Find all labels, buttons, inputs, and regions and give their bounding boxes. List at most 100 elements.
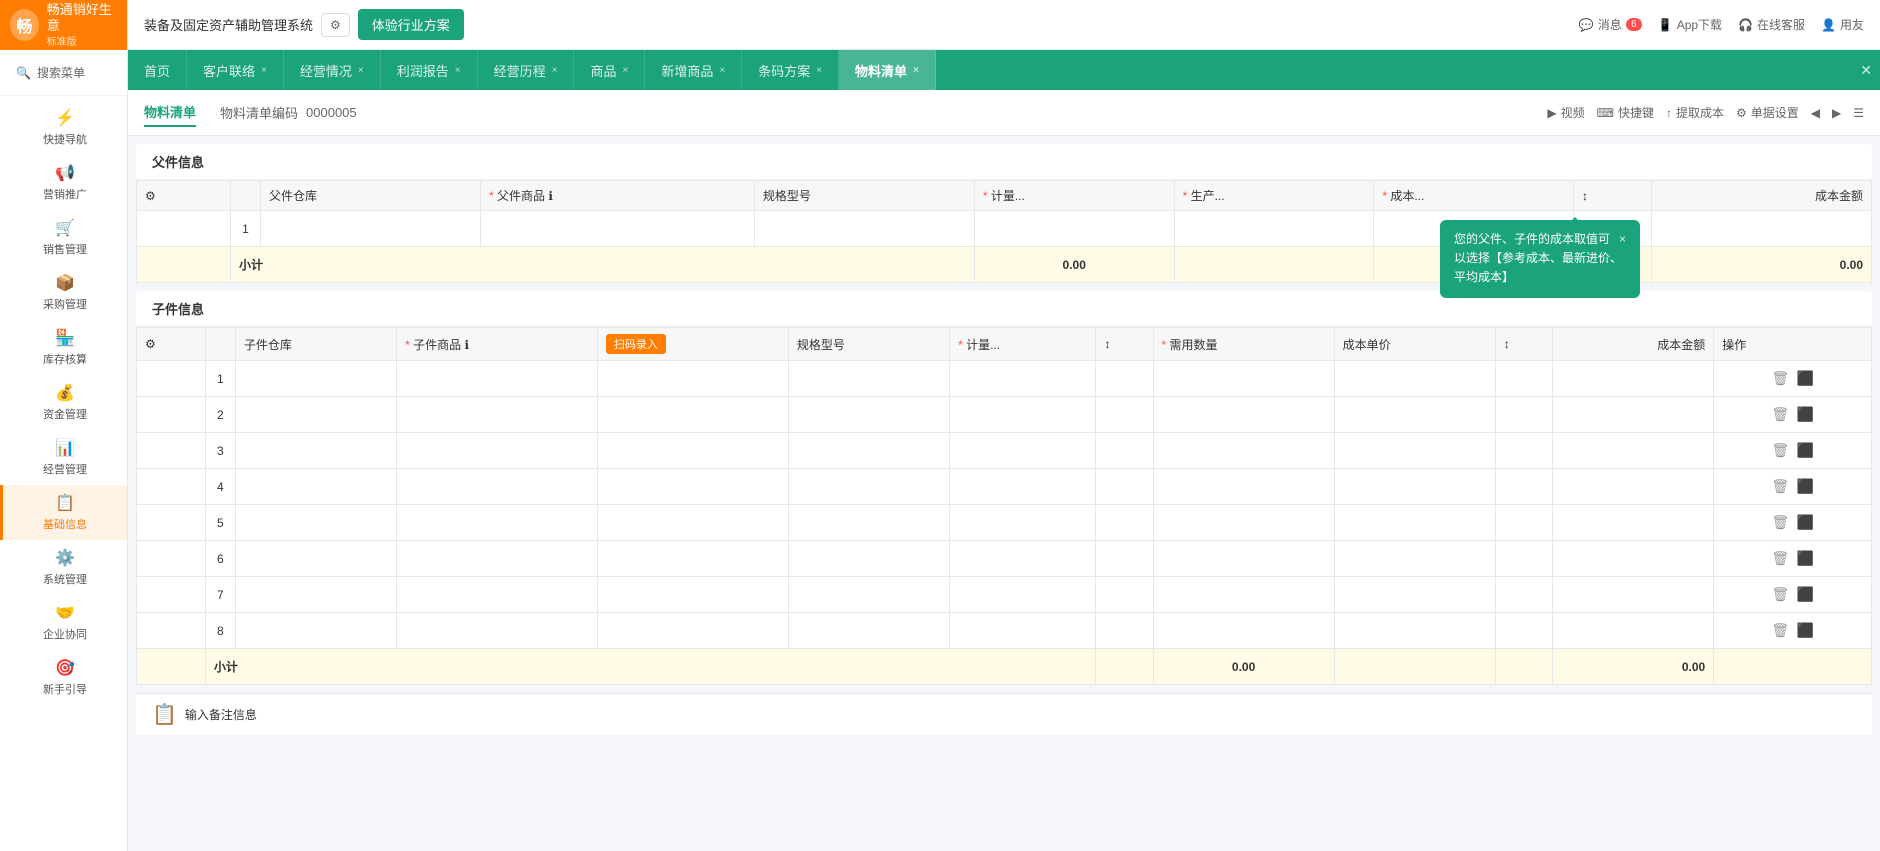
tab-profit-report[interactable]: 利润报告 × [381,50,478,90]
tab-home[interactable]: 首页 [128,50,187,90]
sidebar-item-sales[interactable]: 🛒 销售管理 [0,210,127,265]
child-row4-goods[interactable] [397,469,598,505]
child-col-settings[interactable]: ⚙ [137,328,206,361]
child-row5-goods[interactable] [397,505,598,541]
delete-icon-1[interactable]: 🗑 [1771,370,1789,386]
tab-operation-status-close[interactable]: × [358,65,364,76]
child-row2-spec[interactable] [788,397,949,433]
tooltip-close-button[interactable]: × [1619,230,1626,249]
delete-icon-4[interactable]: 🗑 [1771,478,1789,494]
child-row6-qty[interactable] [1153,541,1334,577]
shortcut-button[interactable]: ⌨ 快捷键 [1597,104,1654,121]
tab-close-all[interactable]: ✕ [1852,62,1880,79]
tab-barcode[interactable]: 条码方案 × [742,50,839,90]
trial-button[interactable]: 体验行业方案 [358,9,464,40]
tab-operation-status[interactable]: 经营情况 × [284,50,381,90]
child-row8-qty[interactable] [1153,613,1334,649]
delete-icon-2[interactable]: 🗑 [1771,406,1789,422]
child-row6-goods[interactable] [397,541,598,577]
child-row3-goods[interactable] [397,433,598,469]
child-row1-goods[interactable] [397,361,598,397]
child-row4-warehouse[interactable] [235,469,396,505]
tab-new-goods-close[interactable]: × [719,65,725,76]
parent-row1-produce[interactable] [1174,211,1374,247]
copy-icon-2[interactable]: ⬛ [1796,406,1813,422]
copy-icon-7[interactable]: ⬛ [1796,586,1813,602]
child-row1-unit[interactable] [950,361,1096,397]
copy-icon-1[interactable]: ⬛ [1796,370,1813,386]
child-row5-qty[interactable] [1153,505,1334,541]
child-row5-unit-cost[interactable] [1334,505,1495,541]
sidebar-item-basic-info[interactable]: 📋 基础信息 [0,485,127,540]
child-row4-spec[interactable] [788,469,949,505]
tab-goods[interactable]: 商品 × [574,50,645,90]
copy-icon-6[interactable]: ⬛ [1796,550,1813,566]
parent-row1-unit[interactable] [974,211,1174,247]
tab-biz-history[interactable]: 经营历程 × [478,50,575,90]
child-row8-spec[interactable] [788,613,949,649]
sidebar-item-marketing[interactable]: 📢 营销推广 [0,155,127,210]
sidebar-item-operation[interactable]: 📊 经营管理 [0,430,127,485]
online-service-button[interactable]: 🎧 在线客服 [1738,16,1805,33]
child-row6-unit-cost[interactable] [1334,541,1495,577]
child-row6-spec[interactable] [788,541,949,577]
settings-button[interactable]: ⚙ [321,13,350,37]
parent-row1-goods[interactable] [481,211,755,247]
child-row2-qty[interactable] [1153,397,1334,433]
video-button[interactable]: ▶ 视频 [1547,104,1584,121]
child-row3-spec[interactable] [788,433,949,469]
tab-bom-close[interactable]: × [913,65,919,76]
child-row3-unit-cost[interactable] [1334,433,1495,469]
copy-icon-3[interactable]: ⬛ [1796,442,1813,458]
child-row8-warehouse[interactable] [235,613,396,649]
child-row1-qty[interactable] [1153,361,1334,397]
copy-icon-4[interactable]: ⬛ [1796,478,1813,494]
child-row4-unit[interactable] [950,469,1096,505]
child-row7-unit-cost[interactable] [1334,577,1495,613]
sidebar-item-enterprise[interactable]: 🤝 企业协同 [0,595,127,650]
child-row1-spec[interactable] [788,361,949,397]
child-row5-spec[interactable] [788,505,949,541]
app-download-button[interactable]: 📱 App下载 [1658,16,1722,33]
tab-goods-close[interactable]: × [622,65,628,76]
child-row8-goods[interactable] [397,613,598,649]
parent-row1-spec[interactable] [754,211,974,247]
sidebar-item-guide[interactable]: 🎯 新手引导 [0,650,127,705]
delete-icon-7[interactable]: 🗑 [1771,586,1789,602]
sidebar-item-system[interactable]: ⚙️ 系统管理 [0,540,127,595]
child-row2-goods[interactable] [397,397,598,433]
single-settings-button[interactable]: ⚙ 单据设置 [1736,104,1799,121]
list-view-button[interactable]: ☰ [1853,106,1864,120]
child-row5-unit[interactable] [950,505,1096,541]
tab-barcode-close[interactable]: × [816,65,822,76]
delete-icon-6[interactable]: 🗑 [1771,550,1789,566]
sidebar-item-purchase[interactable]: 📦 采购管理 [0,265,127,320]
child-row8-unit-cost[interactable] [1334,613,1495,649]
tab-customer-close[interactable]: × [261,65,267,76]
sidebar-item-finance[interactable]: 💰 资金管理 [0,375,127,430]
nav-prev-button[interactable]: ◀ [1811,106,1820,120]
delete-icon-8[interactable]: 🗑 [1771,622,1789,638]
child-row7-goods[interactable] [397,577,598,613]
child-row2-unit[interactable] [950,397,1096,433]
child-row6-unit[interactable] [950,541,1096,577]
child-row3-unit[interactable] [950,433,1096,469]
page-tab-bom[interactable]: 物料清单 [144,98,196,127]
child-row5-warehouse[interactable] [235,505,396,541]
child-col-scan[interactable]: 扫码录入 [597,328,788,361]
parent-row1-warehouse[interactable] [260,211,480,247]
tab-customer[interactable]: 客户联络 × [187,50,284,90]
child-row3-warehouse[interactable] [235,433,396,469]
nav-next-button[interactable]: ▶ [1832,106,1841,120]
child-row3-qty[interactable] [1153,433,1334,469]
child-row4-qty[interactable] [1153,469,1334,505]
child-row8-unit[interactable] [950,613,1096,649]
child-row6-warehouse[interactable] [235,541,396,577]
tab-biz-history-close[interactable]: × [552,65,558,76]
tab-profit-report-close[interactable]: × [455,65,461,76]
child-row4-unit-cost[interactable] [1334,469,1495,505]
child-row1-unit-cost[interactable] [1334,361,1495,397]
child-row2-unit-cost[interactable] [1334,397,1495,433]
child-row2-warehouse[interactable] [235,397,396,433]
sidebar-item-quick-nav[interactable]: ⚡ 快捷导航 [0,100,127,155]
